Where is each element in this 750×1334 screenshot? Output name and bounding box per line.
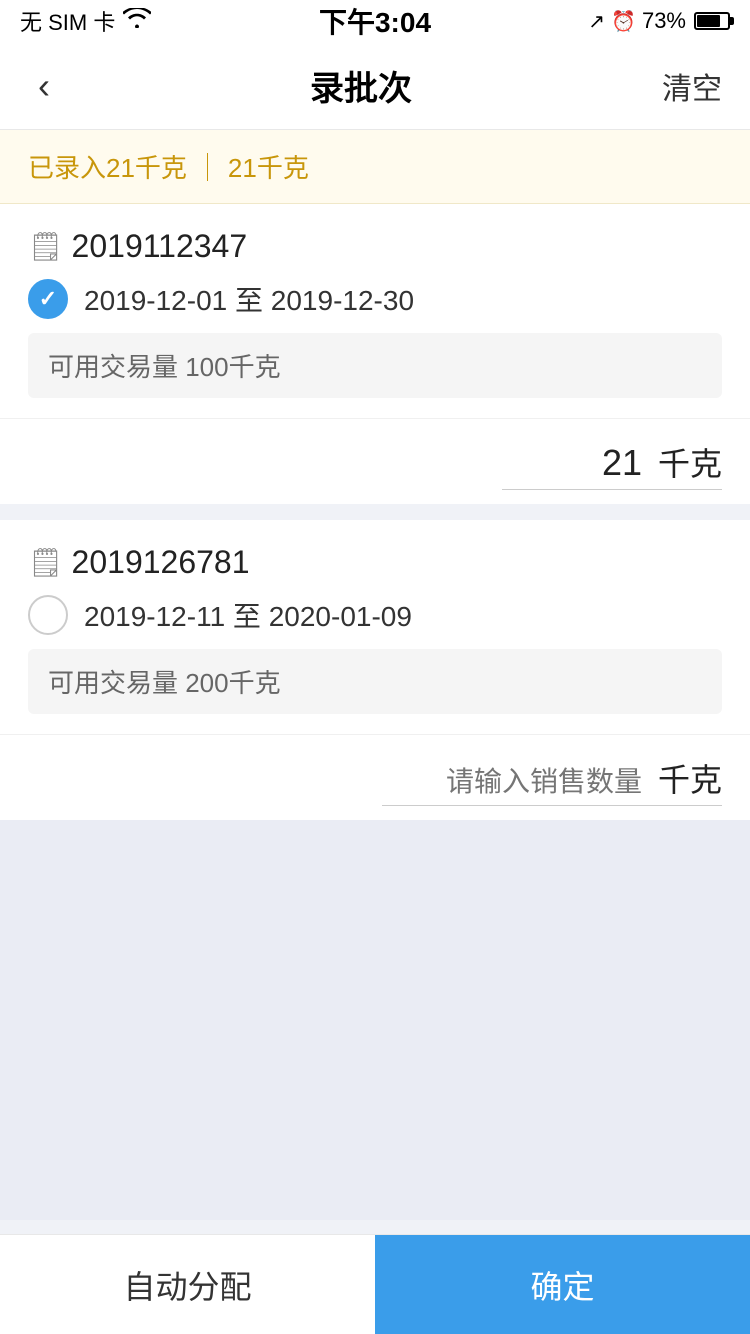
clear-button[interactable]: 清空 bbox=[662, 64, 722, 108]
batch2-quantity-row: 千克 bbox=[0, 734, 750, 820]
status-left: 无 SIM 卡 bbox=[20, 5, 151, 37]
batch2-icon: 🗒 bbox=[28, 546, 64, 579]
batch1-header: 🗒 2019112347 bbox=[28, 228, 722, 265]
batch1-number: 2019112347 bbox=[72, 228, 248, 265]
batch2-card: 🗒 2019126781 2019-12-11 至 2020-01-09 可用交… bbox=[0, 520, 750, 820]
auto-distribute-button[interactable]: 自动分配 bbox=[0, 1235, 375, 1334]
info-banner: 已录入21千克 21千克 bbox=[0, 130, 750, 204]
batch2-row[interactable]: 2019-12-11 至 2020-01-09 bbox=[28, 595, 722, 635]
confirm-button[interactable]: 确定 bbox=[375, 1235, 750, 1334]
battery-percent: 73% bbox=[642, 8, 686, 34]
batch2-header: 🗒 2019126781 bbox=[28, 544, 722, 581]
batch2-unit: 千克 bbox=[658, 755, 722, 801]
batch1-details: 🗒 2019112347 ✓ 2019-12-01 至 2019-12-30 可… bbox=[0, 204, 750, 418]
recorded-value: 21千克 bbox=[228, 148, 309, 185]
batch1-checkbox[interactable]: ✓ bbox=[28, 279, 68, 319]
batch1-quantity-row: 千克 bbox=[0, 418, 750, 504]
bottom-bar: 自动分配 确定 bbox=[0, 1234, 750, 1334]
battery-icon bbox=[694, 12, 730, 30]
recorded-label: 已录入21千克 bbox=[28, 148, 187, 185]
batch1-card: 🗒 2019112347 ✓ 2019-12-01 至 2019-12-30 可… bbox=[0, 204, 750, 504]
banner-divider bbox=[207, 153, 208, 181]
batch2-availability: 可用交易量 200千克 bbox=[28, 649, 722, 714]
batch1-date-range: 2019-12-01 至 2019-12-30 bbox=[84, 279, 414, 319]
batch1-unit: 千克 bbox=[658, 439, 722, 485]
alarm-icon: ⏰ bbox=[611, 9, 636, 34]
wifi-icon bbox=[123, 8, 151, 34]
background-spacer bbox=[0, 820, 750, 1220]
batch1-row[interactable]: ✓ 2019-12-01 至 2019-12-30 bbox=[28, 279, 722, 319]
status-right: ↗ ⏰ 73% bbox=[588, 8, 730, 34]
nav-bar: ‹ 录批次 清空 bbox=[0, 42, 750, 130]
location-icon: ↗ bbox=[588, 9, 605, 34]
batch2-number: 2019126781 bbox=[72, 544, 250, 581]
batch2-date-range: 2019-12-11 至 2020-01-09 bbox=[84, 595, 412, 635]
back-button[interactable]: ‹ bbox=[28, 55, 60, 117]
status-time: 下午3:04 bbox=[319, 1, 431, 41]
batch1-checkmark: ✓ bbox=[39, 286, 57, 312]
batch1-quantity-input[interactable] bbox=[542, 442, 642, 484]
page-title: 录批次 bbox=[310, 61, 412, 110]
status-bar: 无 SIM 卡 下午3:04 ↗ ⏰ 73% bbox=[0, 0, 750, 42]
batch2-details: 🗒 2019126781 2019-12-11 至 2020-01-09 可用交… bbox=[0, 520, 750, 734]
batch1-icon: 🗒 bbox=[28, 230, 64, 263]
batch1-availability: 可用交易量 100千克 bbox=[28, 333, 722, 398]
section-divider bbox=[0, 504, 750, 520]
batch2-quantity-input[interactable] bbox=[382, 766, 642, 798]
no-sim-label: 无 SIM 卡 bbox=[20, 5, 115, 37]
batch2-checkbox[interactable] bbox=[28, 595, 68, 635]
